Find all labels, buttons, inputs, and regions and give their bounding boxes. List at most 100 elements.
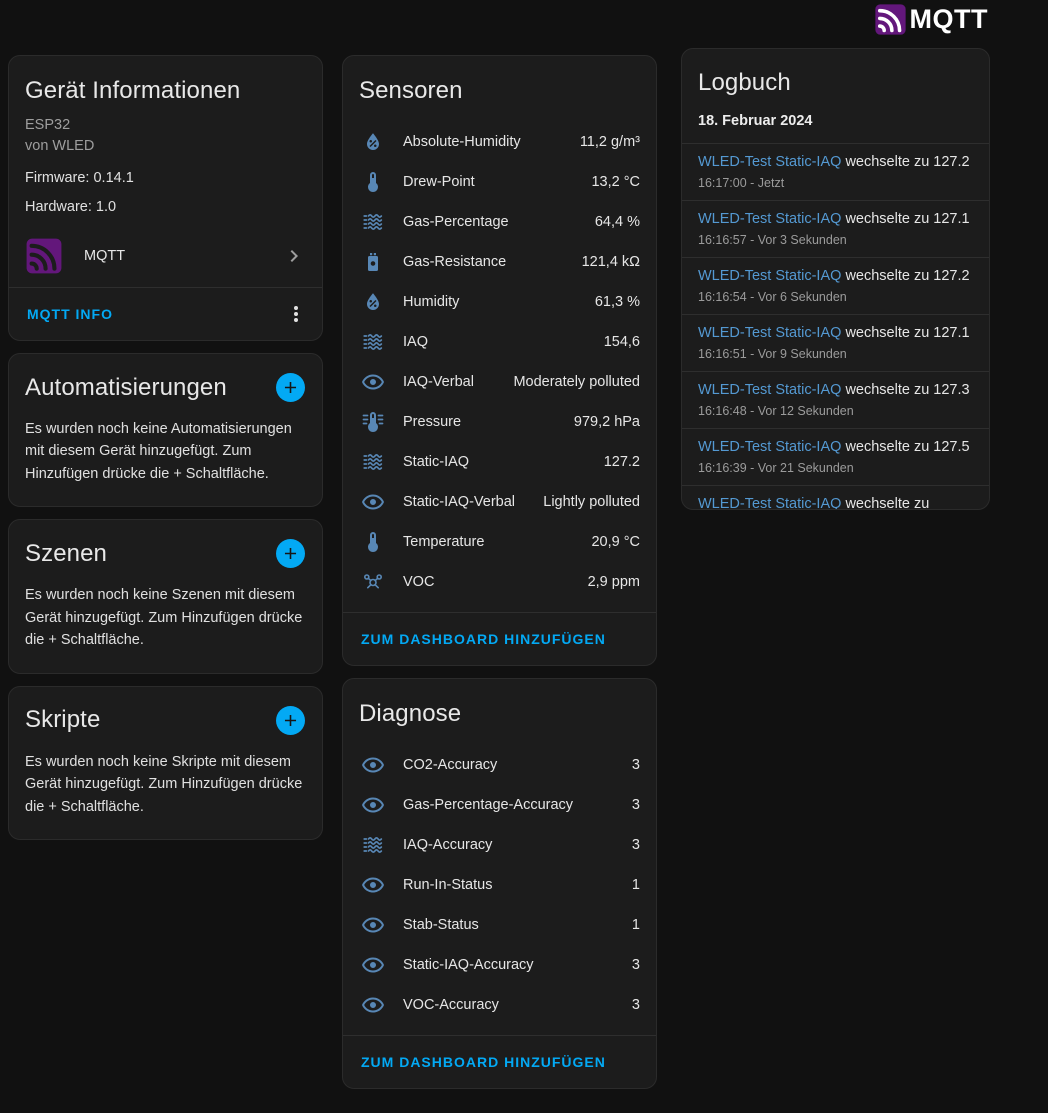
entity-name: Pressure	[403, 414, 462, 430]
more-menu-button[interactable]	[280, 298, 312, 330]
logbook-entity-link[interactable]: WLED-Test Static-IAQ	[698, 211, 841, 227]
entity-value: 11,2 g/m³	[579, 134, 640, 150]
thermometer-icon	[361, 530, 385, 554]
logbook-entity-link[interactable]: WLED-Test Static-IAQ	[698, 325, 841, 341]
logbook-title: Logbuch	[698, 69, 791, 96]
entity-name: IAQ	[403, 334, 428, 350]
entity-name: Run-In-Status	[403, 877, 493, 893]
plus-icon	[284, 381, 297, 394]
logbook-time: 16:16:48 - Vor 12 Sekunden	[698, 404, 854, 418]
logbook-message: wechselte zu 127.1	[845, 325, 970, 341]
entity-name: Static-IAQ	[403, 454, 470, 470]
mqtt-logo-icon	[25, 237, 63, 275]
entity-row[interactable]: CO2-Accuracy 3	[343, 745, 656, 785]
mqtt-brand: MQTT	[874, 3, 988, 36]
device-hardware: Hardware: 1.0	[25, 199, 117, 215]
entity-value: 1	[631, 917, 640, 933]
entity-name: VOC	[403, 574, 435, 590]
logbook-entity-link[interactable]: WLED-Test Static-IAQ	[698, 382, 841, 398]
logbook-entry: WLED-Test Static-IAQ wechselte zu	[682, 485, 989, 510]
logbook-card: Logbuch 18. Februar 2024 WLED-Test Stati…	[681, 48, 990, 510]
logbook-entry: WLED-Test Static-IAQ wechselte zu 127.2 1…	[682, 257, 989, 314]
add-script-button[interactable]	[276, 705, 305, 735]
air-filter-icon	[361, 833, 385, 857]
entity-value: Lightly polluted	[543, 494, 640, 510]
logbook-entry: WLED-Test Static-IAQ wechselte zu 127.3 1…	[682, 371, 989, 428]
entity-row[interactable]: Drew-Point 13,2 °C	[343, 162, 656, 202]
entity-name: VOC-Accuracy	[403, 997, 499, 1013]
entity-name: Temperature	[403, 534, 485, 550]
add-to-dashboard-button[interactable]: ZUM DASHBOARD HINZUFÜGEN	[355, 623, 612, 655]
entity-name: Stab-Status	[403, 917, 479, 933]
logbook-time: 16:16:57 - Vor 3 Sekunden	[698, 233, 847, 247]
entity-value: 127.2	[603, 454, 640, 470]
water-percent-icon	[361, 290, 385, 314]
entity-row[interactable]: IAQ-Accuracy 3	[343, 825, 656, 865]
logbook-entity-link[interactable]: WLED-Test Static-IAQ	[698, 496, 841, 509]
add-automation-button[interactable]	[276, 373, 305, 402]
automations-card: Automatisierungen Es wurden noch keine A…	[8, 353, 323, 508]
entity-name: Absolute-Humidity	[403, 134, 521, 150]
entity-value: 2,9 ppm	[587, 574, 640, 590]
device-manufacturer: von WLED	[25, 138, 95, 154]
entity-row[interactable]: IAQ-Verbal Moderately polluted	[343, 362, 656, 402]
logbook-entity-link[interactable]: WLED-Test Static-IAQ	[698, 154, 841, 170]
water-percent-icon	[361, 130, 385, 154]
logbook-entry: WLED-Test Static-IAQ wechselte zu 127.1 1…	[682, 200, 989, 257]
eye-icon	[361, 793, 385, 817]
logbook-message: wechselte zu 127.2	[845, 154, 970, 170]
entity-row[interactable]: Run-In-Status 1	[343, 865, 656, 905]
entity-row[interactable]: Gas-Resistance 121,4 kΩ	[343, 242, 656, 282]
device-info-title: Gerät Informationen	[25, 77, 241, 104]
entity-row[interactable]: Gas-Percentage 64,4 %	[343, 202, 656, 242]
eye-icon	[361, 953, 385, 977]
logbook-time: 16:16:51 - Vor 9 Sekunden	[698, 347, 847, 361]
eye-icon	[361, 993, 385, 1017]
scripts-card: Skripte Es wurden noch keine Skripte mit…	[8, 685, 323, 841]
diagnostics-card: Diagnose CO2-Accuracy 3 Gas-Percentage-Acc…	[342, 678, 657, 1089]
entity-row[interactable]: Pressure 979,2 hPa	[343, 402, 656, 442]
mqtt-integration-label: MQTT	[84, 248, 126, 264]
entity-row[interactable]: VOC-Accuracy 3	[343, 985, 656, 1025]
entity-row[interactable]: VOC 2,9 ppm	[343, 562, 656, 602]
entity-value: 979,2 hPa	[573, 414, 640, 430]
device-firmware: Firmware: 0.14.1	[25, 170, 134, 186]
mqtt-integration-row[interactable]: MQTT	[9, 225, 322, 287]
entity-row[interactable]: Temperature 20,9 °C	[343, 522, 656, 562]
logbook-time: 16:16:39 - Vor 21 Sekunden	[698, 461, 854, 475]
logbook-message: wechselte zu	[845, 496, 930, 510]
logbook-entry: WLED-Test Static-IAQ wechselte zu 127.1 1…	[682, 314, 989, 371]
brand-title: MQTT	[909, 4, 988, 34]
entity-value: 3	[631, 957, 640, 973]
entity-value: 64,4 %	[594, 214, 640, 230]
logbook-entity-link[interactable]: WLED-Test Static-IAQ	[698, 268, 841, 284]
entity-row[interactable]: Gas-Percentage-Accuracy 3	[343, 785, 656, 825]
sensors-title: Sensoren	[359, 77, 463, 104]
entity-name: Gas-Resistance	[403, 254, 507, 270]
mqtt-logo-icon	[874, 3, 907, 36]
entity-row[interactable]: Static-IAQ-Accuracy 3	[343, 945, 656, 985]
scenes-title: Szenen	[25, 539, 107, 567]
entity-row[interactable]: Humidity 61,3 %	[343, 282, 656, 322]
automations-empty-text: Es wurden noch keine Automatisierungen m…	[25, 421, 292, 482]
entity-value: 121,4 kΩ	[581, 254, 640, 270]
logbook-entity-link[interactable]: WLED-Test Static-IAQ	[698, 439, 841, 455]
entity-row[interactable]: Static-IAQ 127.2	[343, 442, 656, 482]
automations-title: Automatisierungen	[25, 373, 227, 401]
entity-row[interactable]: IAQ 154,6	[343, 322, 656, 362]
entity-row[interactable]: Stab-Status 1	[343, 905, 656, 945]
air-filter-icon	[361, 210, 385, 234]
entity-name: Static-IAQ-Accuracy	[403, 957, 534, 973]
entity-value: 3	[631, 757, 640, 773]
air-filter-icon	[361, 450, 385, 474]
add-to-dashboard-button[interactable]: ZUM DASHBOARD HINZUFÜGEN	[355, 1046, 612, 1078]
mqtt-info-button[interactable]: MQTT INFO	[21, 298, 119, 330]
entity-row[interactable]: Static-IAQ-Verbal Lightly polluted	[343, 482, 656, 522]
logbook-date-header: 18. Februar 2024	[698, 113, 813, 129]
entity-row[interactable]: Absolute-Humidity 11,2 g/m³	[343, 122, 656, 162]
entity-name: IAQ-Accuracy	[403, 837, 493, 853]
add-scene-button[interactable]	[276, 539, 305, 569]
scripts-title: Skripte	[25, 706, 101, 734]
logbook-message: wechselte zu 127.3	[845, 382, 970, 398]
eye-icon	[361, 490, 385, 514]
